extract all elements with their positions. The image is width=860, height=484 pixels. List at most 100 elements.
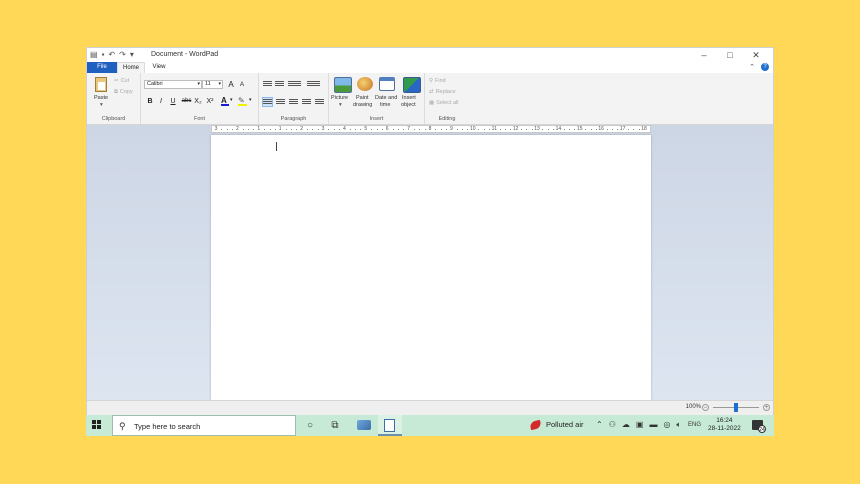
ruler-minor-tick (317, 129, 319, 130)
ruler-minor-tick (333, 129, 335, 130)
people-icon[interactable]: ⚇ (609, 420, 616, 430)
taskbar-search-box[interactable]: ⚲ Type here to search (112, 415, 296, 436)
align-right-button[interactable] (289, 98, 298, 106)
taskbar-app-wordpad[interactable] (378, 415, 402, 436)
line-spacing-button[interactable] (307, 80, 320, 88)
select-all-button[interactable]: ▦ Select all (429, 99, 458, 106)
paint-palette-icon (357, 77, 373, 91)
battery-icon[interactable]: ▬ (649, 420, 657, 430)
paragraph-settings-button[interactable] (315, 98, 324, 106)
app-icon: ▤ (90, 50, 98, 59)
italic-button[interactable]: I (156, 97, 166, 106)
insert-object-button[interactable]: Insert object (400, 76, 422, 112)
ruler-minor-tick (611, 129, 613, 130)
ruler-tick-label: 6 (385, 126, 389, 132)
ruler-minor-tick (285, 129, 287, 130)
cut-button[interactable]: ✂ Cut (114, 77, 129, 84)
zoom-out-button[interactable]: − (702, 404, 709, 411)
highlight-color-button[interactable]: ✎ ▾ (238, 96, 254, 106)
ruler-minor-tick (312, 129, 314, 130)
undo-icon[interactable]: ↶ (108, 50, 115, 60)
find-button[interactable]: ⚲ Find (429, 77, 446, 84)
search-icon: ⚲ (119, 421, 126, 431)
customize-qat-icon[interactable]: ▾ (130, 50, 134, 60)
grow-font-button[interactable]: A (226, 80, 236, 89)
minimize-button[interactable]: – (691, 49, 717, 61)
subscript-button[interactable]: X₂ (193, 97, 203, 106)
wordpad-app-icon (384, 419, 395, 432)
date-time-button[interactable]: Date and time (375, 76, 399, 112)
shrink-font-button[interactable]: A (237, 81, 247, 90)
picture-button[interactable]: Picture ▾ (331, 76, 353, 112)
save-icon[interactable]: ▪ (102, 50, 105, 60)
ruler-tick-label: 3 (214, 126, 218, 132)
scissors-icon: ✂ (114, 78, 119, 84)
ribbon: Paste ▾ ✂ Cut ⧉ Copy Clipboard Calibri ▾… (87, 73, 773, 125)
decrease-indent-button[interactable] (263, 80, 272, 88)
tab-home[interactable]: Home (117, 62, 145, 73)
ruler-minor-tick (633, 129, 635, 130)
copy-icon: ⧉ (114, 89, 118, 95)
maximize-button[interactable]: □ (717, 49, 743, 61)
align-left-button[interactable] (262, 97, 273, 107)
text-color-button[interactable]: A ▾ (221, 96, 235, 106)
bullets-button[interactable] (288, 80, 301, 88)
clock-date: 28-11-2022 (708, 425, 741, 432)
redo-icon[interactable]: ↷ (119, 50, 126, 60)
text-caret (276, 142, 277, 151)
photos-icon[interactable]: ▣ (636, 420, 644, 430)
document-page[interactable] (211, 135, 651, 400)
ruler-minor-tick (569, 129, 571, 130)
font-group-label: Font (193, 116, 205, 122)
ruler-tick-label: 2 (300, 126, 303, 132)
date-label-1: Date and (375, 95, 398, 101)
windows-start-icon[interactable] (92, 420, 102, 430)
close-button[interactable]: ✕ (743, 49, 769, 61)
taskbar-app-paint[interactable] (352, 415, 376, 436)
copy-button[interactable]: ⧉ Copy (114, 88, 133, 96)
window-title: Document - WordPad (151, 51, 219, 58)
clock[interactable]: 16:24 28-11-2022 (708, 417, 741, 433)
paste-label: Paste (94, 95, 109, 101)
network-icon[interactable]: ◎ (663, 420, 670, 430)
volume-icon[interactable]: 🔈︎ (676, 420, 681, 430)
tab-file[interactable]: File (87, 62, 117, 73)
tab-view[interactable]: View (145, 62, 173, 73)
ruler-minor-tick (328, 129, 330, 130)
superscript-button[interactable]: X² (205, 97, 215, 106)
insert-group-label: Insert (369, 116, 384, 122)
quick-access-toolbar: ▤ ▪ ↶ ↷ ▾ (90, 50, 134, 60)
zoom-in-button[interactable]: + (763, 404, 770, 411)
zoom-slider-thumb[interactable] (734, 403, 738, 412)
onedrive-icon[interactable]: ☁ (622, 420, 630, 430)
strikethrough-button[interactable]: abc (180, 97, 193, 106)
cortana-icon[interactable]: ○ (302, 418, 318, 433)
task-view-icon[interactable]: ⧉ (327, 418, 343, 433)
copy-label: Copy (119, 89, 133, 95)
language-indicator[interactable]: ENG (688, 422, 701, 428)
ruler-minor-tick (355, 129, 357, 130)
paint-label-1: Paint (356, 95, 369, 101)
underline-button[interactable]: U (168, 97, 178, 106)
show-hidden-icons-icon[interactable]: ⌃ (596, 420, 603, 430)
notification-center-icon[interactable]: 24 (752, 420, 766, 433)
clock-time: 16:24 (716, 417, 733, 424)
font-size-select[interactable]: 11 ▾ (202, 80, 223, 89)
font-group: Calibri ▾ 11 ▾ A A B I U abc X₂ X² A ▾ ✎ (141, 73, 259, 124)
increase-indent-button[interactable] (275, 80, 284, 88)
ruler[interactable]: 3 2 1 1 2 3 4 5 6 7 8 9 10 11 12 13 14 15 16 17 18 (211, 125, 651, 133)
align-center-button[interactable] (276, 98, 285, 106)
justify-button[interactable] (302, 98, 311, 106)
clipboard-group: Paste ▾ ✂ Cut ⧉ Copy Clipboard (87, 73, 141, 124)
minimize-ribbon-icon[interactable]: ⌃ (749, 63, 755, 71)
weather-widget[interactable]: Polluted air (529, 419, 584, 430)
font-family-select[interactable]: Calibri ▾ (144, 80, 202, 89)
zoom-slider[interactable] (713, 403, 759, 412)
ruler-minor-tick (392, 129, 394, 130)
bold-button[interactable]: B (145, 97, 155, 106)
replace-button[interactable]: ⇄ Replace (429, 88, 456, 95)
paste-button[interactable]: Paste ▾ (92, 76, 112, 110)
paint-drawing-button[interactable]: Paint drawing (353, 76, 375, 112)
ruler-tick-label: 10 (470, 126, 476, 132)
help-icon[interactable]: ? (761, 63, 769, 71)
